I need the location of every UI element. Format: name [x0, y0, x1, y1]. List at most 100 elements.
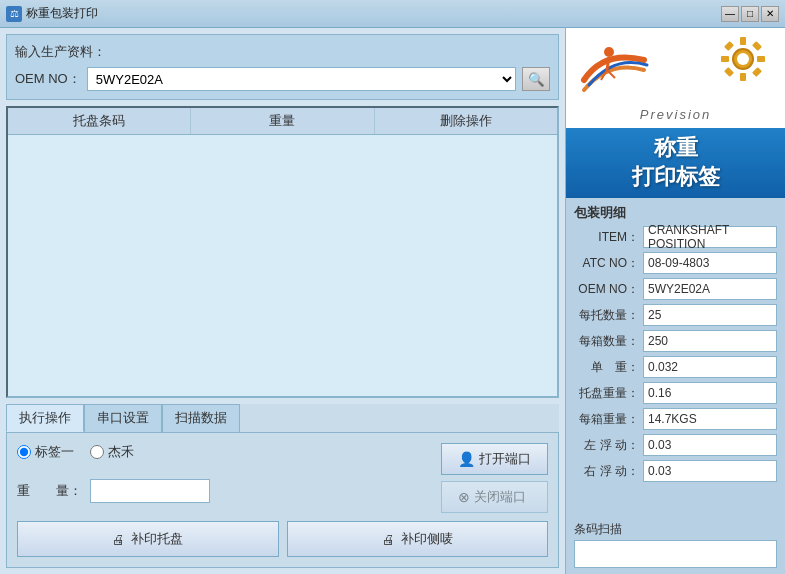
radio-group-row: 标签一 杰禾: [17, 443, 433, 461]
pkg-val-box-wt: 14.7KGS: [643, 408, 777, 430]
tab-bar: 执行操作 串口设置 扫描数据: [6, 404, 559, 432]
weigh-label-line2: 打印标签: [632, 163, 720, 192]
table-body: [8, 135, 557, 396]
barcode-section: 条码扫描: [566, 517, 785, 574]
pkg-key-right-float: 右 浮 动：: [574, 463, 639, 480]
pkg-row-oem: OEM NO： 5WY2E02A: [574, 278, 777, 300]
close-button[interactable]: ✕: [761, 6, 779, 22]
tab-scan[interactable]: 扫描数据: [162, 404, 240, 432]
open-port-button[interactable]: 👤 打开端口: [441, 443, 548, 475]
pkg-row-item: ITEM： CRANKSHAFT POSITION: [574, 226, 777, 248]
pkg-row-qty-tray: 每托数量： 25: [574, 304, 777, 326]
right-panel: Prevision 称重 打印标签 包装明细 ITEM： CRANKSHAFT …: [565, 28, 785, 574]
pkg-key-qty-tray: 每托数量：: [574, 307, 639, 324]
reprint-tray-button[interactable]: 🖨 补印托盘: [17, 521, 279, 557]
svg-line-11: [607, 57, 609, 70]
tabs-section: 执行操作 串口设置 扫描数据 标签一 杰禾: [6, 404, 559, 568]
reprint-tray-icon: 🖨: [112, 532, 125, 547]
pkg-key-box-wt: 每箱重量：: [574, 411, 639, 428]
window-title: 称重包装打印: [26, 5, 98, 22]
pkg-key-left-float: 左 浮 动：: [574, 437, 639, 454]
app-icon: ⚖: [6, 6, 22, 22]
barcode-input[interactable]: [574, 540, 777, 568]
weigh-header: 称重 打印标签: [566, 128, 785, 198]
svg-rect-7: [752, 41, 762, 51]
barcode-label: 条码扫描: [574, 521, 777, 538]
pkg-val-left-float: 0.03: [643, 434, 777, 456]
runner-figure-icon: [579, 40, 649, 95]
oem-label: OEM NO：: [15, 70, 81, 88]
pkg-row-qty-box: 每箱数量： 250: [574, 330, 777, 352]
pkg-row-right-float: 右 浮 动： 0.03: [574, 460, 777, 482]
radio-label1: 标签一: [17, 443, 74, 461]
title-bar: ⚖ 称重包装打印 — □ ✕: [0, 0, 785, 28]
table-header: 托盘条码 重量 删除操作: [8, 108, 557, 135]
gear-icon: [719, 35, 767, 83]
minimize-button[interactable]: —: [721, 6, 739, 22]
weight-input[interactable]: [90, 479, 210, 503]
col-barcode: 托盘条码: [8, 108, 191, 134]
svg-point-10: [604, 47, 614, 57]
pkg-row-atc: ATC NO： 08-09-4803: [574, 252, 777, 274]
close-port-icon: ⊗: [458, 489, 470, 505]
weigh-label: 称重 打印标签: [632, 134, 720, 191]
pkg-row-box-wt: 每箱重量： 14.7KGS: [574, 408, 777, 430]
pkg-details-title: 包装明细: [574, 204, 777, 222]
tab-exec[interactable]: 执行操作: [6, 404, 84, 432]
oem-select[interactable]: 5WY2E02A: [87, 67, 516, 91]
reprint-side-button[interactable]: 🖨 补印侧唛: [287, 521, 549, 557]
search-icon: 🔍: [528, 72, 545, 87]
radio-jieho-text: 杰禾: [108, 443, 134, 461]
weight-label: 重 量：: [17, 482, 82, 500]
svg-rect-6: [724, 41, 734, 51]
radio-label1-text: 标签一: [35, 443, 74, 461]
open-port-label: 打开端口: [479, 450, 531, 468]
tab-port[interactable]: 串口设置: [84, 404, 162, 432]
pkg-val-qty-tray: 25: [643, 304, 777, 326]
pkg-row-left-float: 左 浮 动： 0.03: [574, 434, 777, 456]
svg-rect-8: [724, 67, 734, 77]
pkg-key-atc: ATC NO：: [574, 255, 639, 272]
close-port-label: 关闭端口: [474, 488, 526, 506]
logo-section: Prevision: [566, 28, 785, 128]
reprint-side-label: 补印侧唛: [401, 530, 453, 548]
weigh-label-line1: 称重: [632, 134, 720, 163]
radio-label1-input[interactable]: [17, 445, 31, 459]
maximize-button[interactable]: □: [741, 6, 759, 22]
svg-point-1: [737, 53, 749, 65]
pkg-val-unit-wt: 0.032: [643, 356, 777, 378]
col-delete: 删除操作: [375, 108, 557, 134]
bottom-buttons: 🖨 补印托盘 🖨 补印侧唛: [17, 521, 548, 557]
left-panel: 输入生产资料： OEM NO： 5WY2E02A 🔍 托盘条码 重量 删除操作: [0, 28, 565, 574]
pkg-row-unit-wt: 单 重： 0.032: [574, 356, 777, 378]
open-port-icon: 👤: [458, 451, 475, 467]
pkg-key-oem: OEM NO：: [574, 281, 639, 298]
pkg-key-item: ITEM：: [574, 229, 639, 246]
pkg-row-tray-wt: 托盘重量： 0.16: [574, 382, 777, 404]
data-table: 托盘条码 重量 删除操作: [6, 106, 559, 398]
radio-jieho-input[interactable]: [90, 445, 104, 459]
radio-jieho: 杰禾: [90, 443, 134, 461]
search-button[interactable]: 🔍: [522, 67, 550, 91]
package-details: 包装明细 ITEM： CRANKSHAFT POSITION ATC NO： 0…: [566, 198, 785, 517]
svg-rect-3: [740, 73, 746, 81]
reprint-tray-label: 补印托盘: [131, 530, 183, 548]
pkg-val-atc: 08-09-4803: [643, 252, 777, 274]
pkg-val-item: CRANKSHAFT POSITION: [643, 226, 777, 248]
close-port-button[interactable]: ⊗ 关闭端口: [441, 481, 548, 513]
logo-text: Prevision: [640, 107, 711, 122]
window-controls: — □ ✕: [721, 6, 779, 22]
col-weight: 重量: [191, 108, 374, 134]
weight-row: 重 量：: [17, 479, 433, 503]
pkg-key-unit-wt: 单 重：: [574, 359, 639, 376]
port-buttons: 👤 打开端口 ⊗ 关闭端口: [441, 443, 548, 513]
tab-content-exec: 标签一 杰禾 重 量：: [6, 432, 559, 568]
pkg-val-right-float: 0.03: [643, 460, 777, 482]
svg-rect-5: [757, 56, 765, 62]
pkg-val-oem: 5WY2E02A: [643, 278, 777, 300]
pkg-val-qty-box: 250: [643, 330, 777, 352]
svg-rect-9: [752, 67, 762, 77]
input-section: 输入生产资料： OEM NO： 5WY2E02A 🔍: [6, 34, 559, 100]
pkg-val-tray-wt: 0.16: [643, 382, 777, 404]
pkg-key-tray-wt: 托盘重量：: [574, 385, 639, 402]
